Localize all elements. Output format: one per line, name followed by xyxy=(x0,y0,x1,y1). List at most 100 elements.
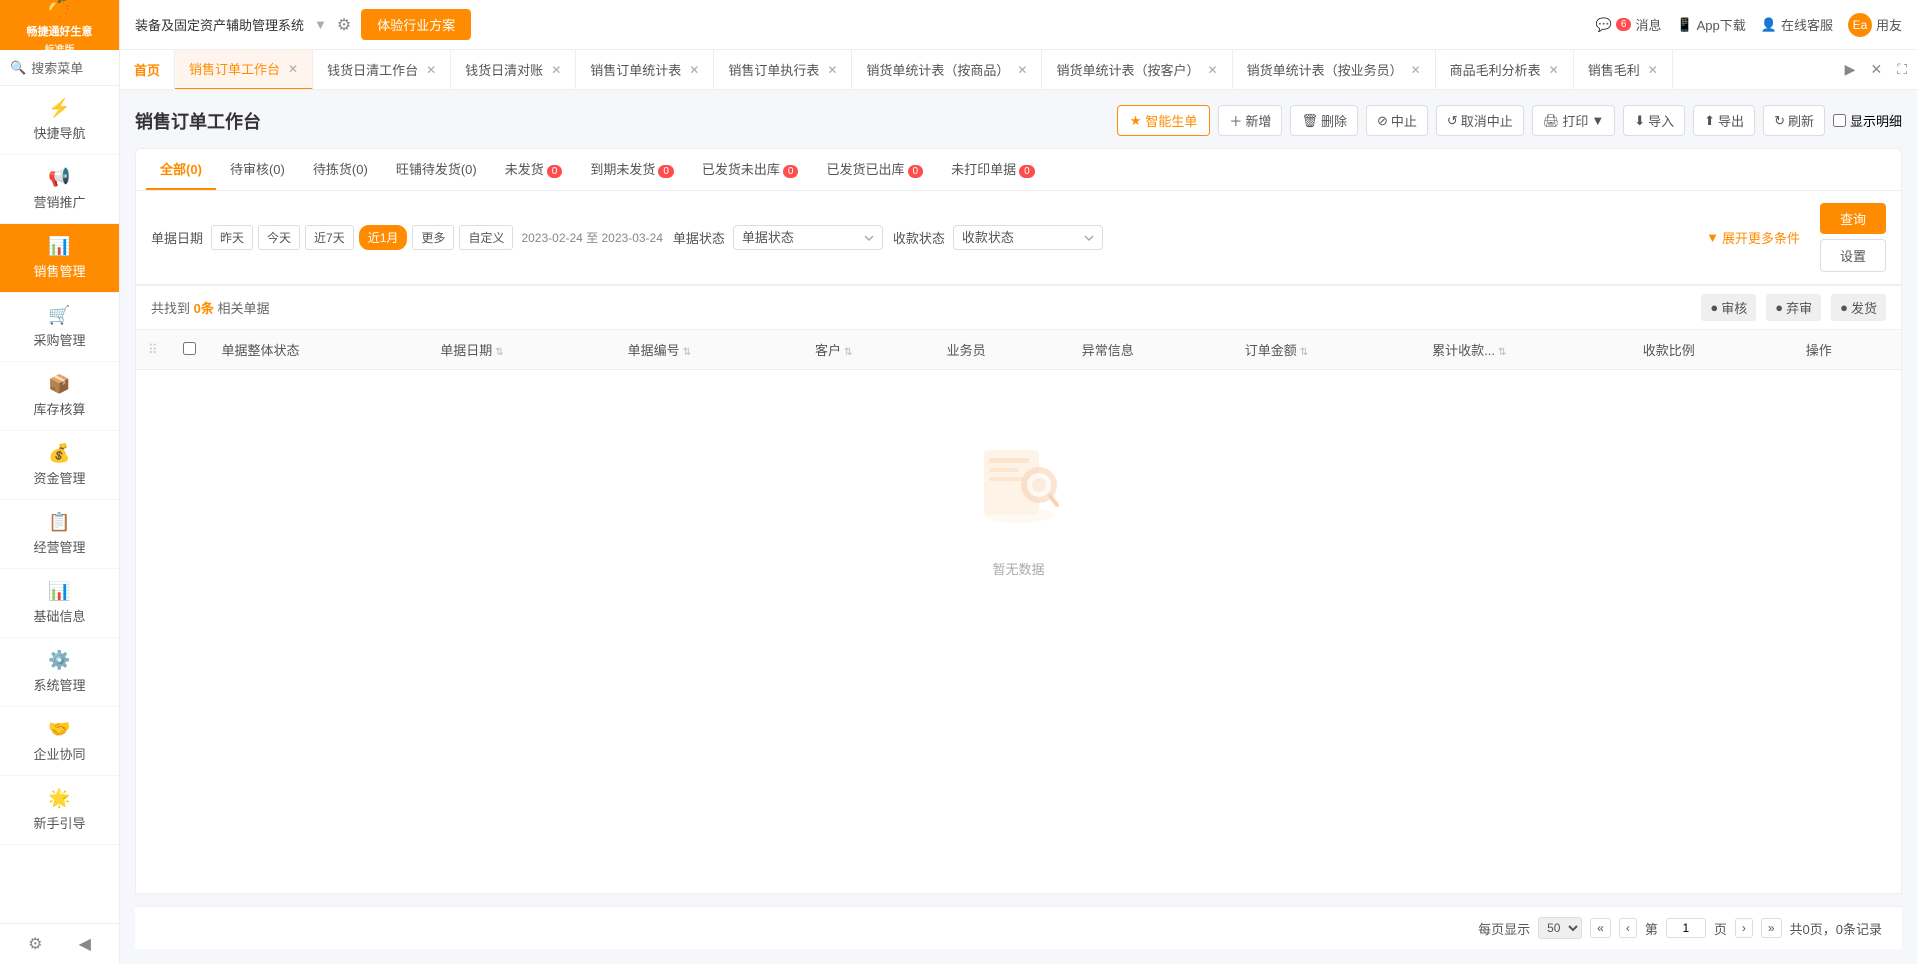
message-label: 消息 xyxy=(1635,15,1661,34)
sidebar-item-guide[interactable]: 🌟 新手引导 xyxy=(0,776,119,845)
right-btns: 查询 设置 xyxy=(1820,203,1886,272)
th-customer: 客户⇅ xyxy=(803,330,935,370)
prev-page-btn[interactable]: ‹ xyxy=(1619,918,1637,938)
filter-tab-label: 旺铺待发货 xyxy=(396,162,461,177)
tab-close-icon[interactable]: ✕ xyxy=(426,63,436,77)
filter-tab-all[interactable]: 全部(0) xyxy=(146,149,216,190)
last-page-btn[interactable]: » xyxy=(1761,918,1782,938)
sidebar-item-inventory[interactable]: 📦 库存核算 xyxy=(0,362,119,431)
tab-cash-reconcile[interactable]: 钱货日清对账 ✕ xyxy=(451,50,576,90)
sidebar-item-operations[interactable]: 📋 经营管理 xyxy=(0,500,119,569)
sidebar-item-cooperation[interactable]: 🤝 企业协同 xyxy=(0,707,119,776)
stop-button[interactable]: ⊘ 中止 xyxy=(1366,105,1428,136)
page-header: 销售订单工作台 ★ 智能生单 ＋ 新增 🗑 删除 ⊘ 中止 xyxy=(135,105,1902,136)
display-detail-input[interactable] xyxy=(1833,114,1846,127)
import-button[interactable]: ⬇ 导入 xyxy=(1623,105,1685,136)
tab-close-icon[interactable]: ✕ xyxy=(1549,63,1559,77)
status-select[interactable]: 单据状态 xyxy=(733,225,883,250)
first-page-btn[interactable]: « xyxy=(1590,918,1611,938)
tab-close-all-icon[interactable]: ✕ xyxy=(1865,58,1887,81)
add-button[interactable]: ＋ 新增 xyxy=(1218,105,1282,136)
query-btn[interactable]: 查询 xyxy=(1820,203,1886,234)
display-detail-checkbox[interactable]: 显示明细 xyxy=(1833,111,1902,130)
refresh-button[interactable]: ↻ 刷新 xyxy=(1763,105,1825,136)
next-page-btn[interactable]: › xyxy=(1735,918,1753,938)
settings-bottom-icon[interactable]: ⚙ xyxy=(28,934,42,954)
tab-sales-profit[interactable]: 销售毛利 ✕ xyxy=(1574,50,1673,90)
sidebar-item-sales[interactable]: 📊 销售管理 xyxy=(0,224,119,293)
export-button[interactable]: ⬆ 导出 xyxy=(1693,105,1755,136)
display-detail-label: 显示明细 xyxy=(1850,111,1902,130)
tab-sales-stat-product[interactable]: 销货单统计表（按商品） ✕ xyxy=(852,50,1042,90)
search-area: 单据日期 昨天 今天 近7天 近1月 更多 自定义 2023-02-24 至 2… xyxy=(135,190,1902,285)
settings-btn[interactable]: 设置 xyxy=(1820,239,1886,272)
tab-sales-order-workbench[interactable]: 销售订单工作台 ✕ xyxy=(175,50,313,90)
date-label: 单据日期 xyxy=(151,228,203,247)
batch-review-btn[interactable]: ● 审核 xyxy=(1701,294,1756,321)
filter-tab-wangpu[interactable]: 旺铺待发货(0) xyxy=(382,149,491,190)
page-size-select[interactable]: 50 xyxy=(1538,917,1582,939)
tab-gross-profit[interactable]: 商品毛利分析表 ✕ xyxy=(1436,50,1574,90)
tab-close-icon[interactable]: ✕ xyxy=(1411,63,1421,77)
online-service-btn[interactable]: 👤 在线客服 xyxy=(1761,15,1833,34)
tab-close-icon[interactable]: ✕ xyxy=(288,62,298,76)
tab-sales-stat-customer[interactable]: 销货单统计表（按客户） ✕ xyxy=(1042,50,1232,90)
tab-sales-order-exec[interactable]: 销售订单执行表 ✕ xyxy=(714,50,852,90)
tab-expand-icon[interactable]: ⛶ xyxy=(1892,58,1912,81)
tab-close-icon[interactable]: ✕ xyxy=(827,63,837,77)
app-label: App下载 xyxy=(1697,15,1746,34)
tab-cash-daily[interactable]: 钱货日清工作台 ✕ xyxy=(313,50,451,90)
smart-btn[interactable]: ★ 智能生单 xyxy=(1117,105,1211,136)
select-all-checkbox[interactable] xyxy=(183,342,196,355)
sidebar-item-label: 企业协同 xyxy=(33,744,85,763)
page-input[interactable] xyxy=(1666,918,1706,938)
date-today-btn[interactable]: 今天 xyxy=(258,225,300,250)
filter-tab-expired[interactable]: 到期未发货0 xyxy=(576,149,688,190)
tab-close-icon[interactable]: ✕ xyxy=(1017,63,1027,77)
filter-tab-pending-review[interactable]: 待审核(0) xyxy=(216,149,299,190)
sidebar-item-finance[interactable]: 💰 资金管理 xyxy=(0,431,119,500)
filter-tab-not-shipped[interactable]: 未发货0 xyxy=(491,149,577,190)
sidebar-item-system[interactable]: ⚙️ 系统管理 xyxy=(0,638,119,707)
settings-icon[interactable]: ⚙ xyxy=(337,15,351,35)
date-7days-btn[interactable]: 近7天 xyxy=(305,225,354,250)
trial-btn[interactable]: 体验行业方案 xyxy=(361,9,471,40)
table-header-row: ⠿ 单据整体状态 单据日期⇅ 单据编号⇅ 客户⇅ 业务员 异常信息 订单金额⇅ … xyxy=(136,330,1901,370)
filter-tab-shipped-out[interactable]: 已发货已出库0 xyxy=(812,149,937,190)
date-1month-btn[interactable]: 近1月 xyxy=(359,225,408,250)
cancel-stop-button[interactable]: ↺ 取消中止 xyxy=(1436,105,1524,136)
collapse-icon[interactable]: ◀ xyxy=(79,934,91,954)
batch-cancel-btn[interactable]: ● 弃审 xyxy=(1766,294,1821,321)
print-button[interactable]: 🖨 打印 ▼ xyxy=(1532,105,1615,136)
tab-sales-order-stat[interactable]: 销售订单统计表 ✕ xyxy=(576,50,714,90)
tab-label: 销货单统计表（按商品） xyxy=(866,60,1009,79)
date-more-btn[interactable]: 更多 xyxy=(412,225,454,250)
tab-close-icon[interactable]: ✕ xyxy=(1208,63,1218,77)
user-btn[interactable]: Ea 用友 xyxy=(1848,13,1902,37)
expand-btn[interactable]: ▼ 展开更多条件 xyxy=(1706,228,1800,247)
batch-ship-btn[interactable]: ● 发货 xyxy=(1831,294,1886,321)
tab-close-icon[interactable]: ✕ xyxy=(689,63,699,77)
app-download-btn[interactable]: 📱 App下载 xyxy=(1676,15,1745,34)
delete-button[interactable]: 🗑 删除 xyxy=(1290,105,1358,136)
message-btn[interactable]: 💬 6 消息 xyxy=(1596,15,1662,34)
sidebar-item-marketing[interactable]: 📢 营销推广 xyxy=(0,155,119,224)
page-size-label: 每页显示 xyxy=(1478,919,1530,938)
empty-text: 暂无数据 xyxy=(992,559,1044,578)
tab-sales-stat-staff[interactable]: 销货单统计表（按业务员） ✕ xyxy=(1233,50,1436,90)
payment-select[interactable]: 收款状态 xyxy=(953,225,1103,250)
tab-home[interactable]: 首页 xyxy=(120,50,175,90)
tab-close-icon[interactable]: ✕ xyxy=(551,63,561,77)
filter-tab-shipped-not-out[interactable]: 已发货未出库0 xyxy=(688,149,813,190)
tab-more-icon[interactable]: ▶ xyxy=(1840,58,1861,81)
status-label: 单据状态 xyxy=(673,228,725,247)
sidebar-item-quick-nav[interactable]: ⚡ 快捷导航 xyxy=(0,86,119,155)
date-yesterday-btn[interactable]: 昨天 xyxy=(211,225,253,250)
scrollbar-area[interactable] xyxy=(135,894,1902,906)
sidebar-item-base-info[interactable]: 📊 基础信息 xyxy=(0,569,119,638)
filter-tab-pending-check[interactable]: 待拣货(0) xyxy=(299,149,382,190)
date-custom-btn[interactable]: 自定义 xyxy=(459,225,513,250)
sidebar-item-purchase[interactable]: 🛒 采购管理 xyxy=(0,293,119,362)
tab-close-icon[interactable]: ✕ xyxy=(1648,63,1658,77)
filter-tab-not-printed[interactable]: 未打印单据0 xyxy=(937,149,1049,190)
